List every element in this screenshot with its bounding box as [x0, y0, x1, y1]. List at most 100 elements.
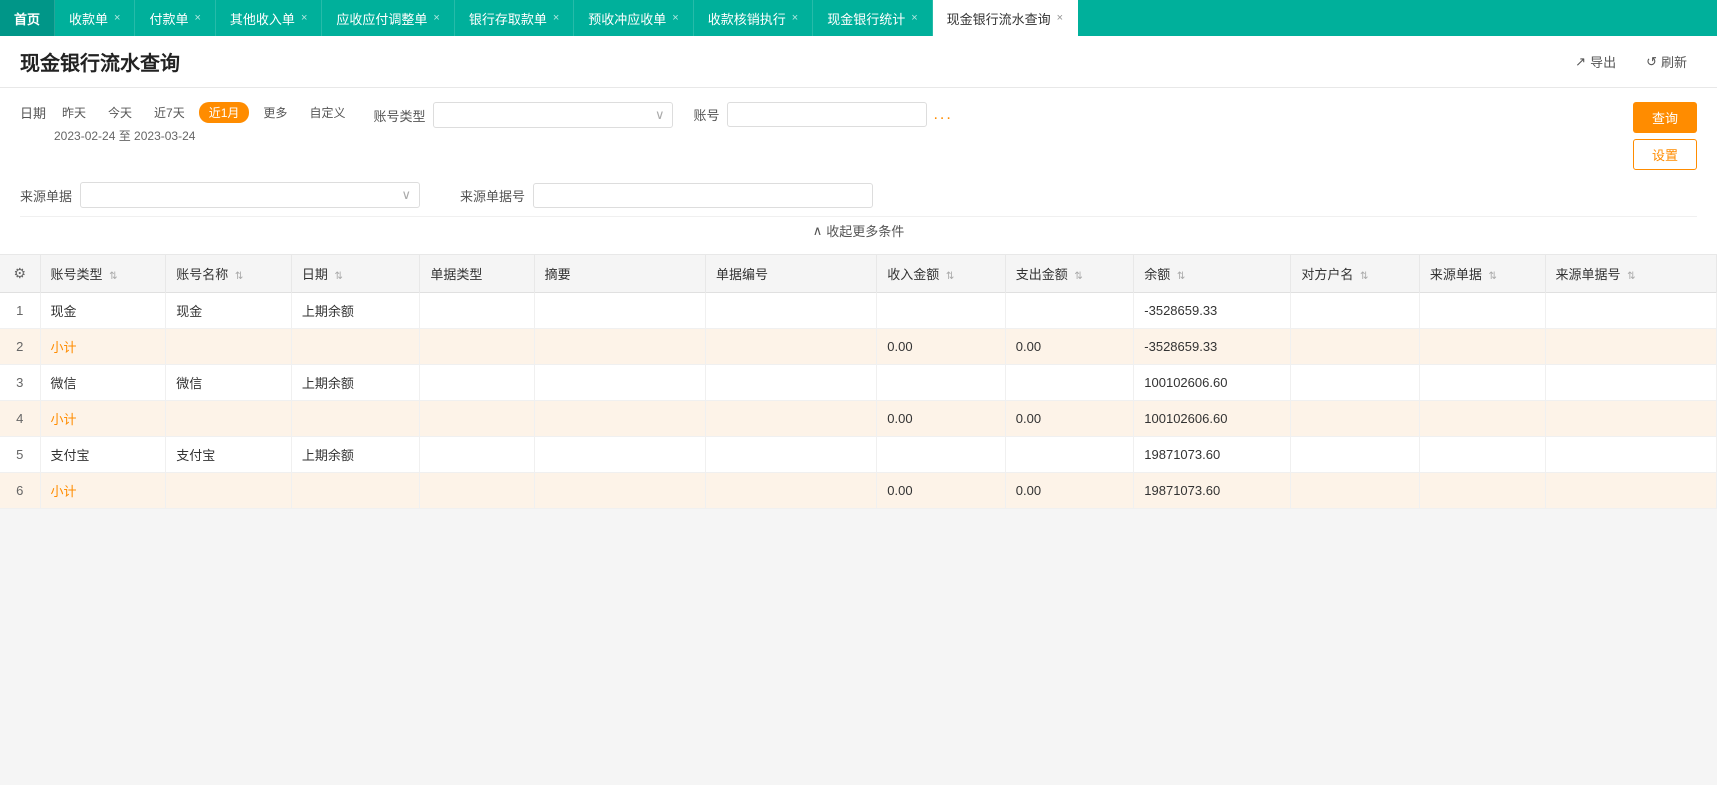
- export-button[interactable]: ↗ 导出: [1565, 47, 1626, 76]
- settings-button[interactable]: 设置: [1633, 139, 1697, 170]
- th-acct-type[interactable]: 账号类型 ⇅: [40, 255, 166, 293]
- th-expense-label: 支出金额: [1016, 267, 1068, 282]
- table-row[interactable]: 2 小计 0.00 0.00 -3528659.33: [0, 329, 1717, 365]
- date-option-yesterday[interactable]: 昨天: [54, 102, 94, 123]
- th-income-sort-icon: ⇅: [946, 271, 954, 282]
- cell-src-doc-no: [1545, 329, 1716, 365]
- th-acct-name-sort-icon: ⇅: [235, 271, 243, 282]
- date-option-today[interactable]: 今天: [100, 102, 140, 123]
- th-src-doc-no-sort-icon: ⇅: [1627, 271, 1635, 282]
- table-row[interactable]: 5 支付宝 支付宝 上期余额 19871073.60: [0, 437, 1717, 473]
- cell-balance: -3528659.33: [1134, 329, 1291, 365]
- cell-acct-type-subtotal: 小计: [51, 412, 77, 427]
- cell-src-doc: [1419, 329, 1545, 365]
- th-balance-sort-icon: ⇅: [1177, 271, 1185, 282]
- th-doc-no[interactable]: 单据编号: [705, 255, 876, 293]
- th-summary[interactable]: 摘要: [534, 255, 705, 293]
- nav-tab-payment-close[interactable]: ×: [194, 12, 200, 24]
- table-settings-icon[interactable]: ⚙: [13, 265, 26, 281]
- th-src-doc[interactable]: 来源单据 ⇅: [1419, 255, 1545, 293]
- date-range-display: 2023-02-24 至 2023-03-24: [54, 129, 195, 143]
- refresh-button[interactable]: ↺ 刷新: [1636, 47, 1697, 76]
- th-expense[interactable]: 支出金额 ⇅: [1005, 255, 1134, 293]
- cell-acct-type: 支付宝: [40, 437, 166, 473]
- query-button[interactable]: 查询: [1633, 102, 1697, 133]
- cell-src-doc-no: [1545, 473, 1716, 509]
- th-date[interactable]: 日期 ⇅: [291, 255, 420, 293]
- cell-expense: [1005, 437, 1134, 473]
- cell-doc-type: [420, 329, 534, 365]
- table-container: ⚙ 账号类型 ⇅ 账号名称 ⇅ 日期 ⇅ 单据类型 摘要: [0, 255, 1717, 509]
- nav-tab-advance-recv[interactable]: 预收冲应收单 ×: [574, 0, 693, 36]
- collapse-filter-button[interactable]: ∧ 收起更多条件: [20, 216, 1697, 244]
- acct-type-label: 账号类型: [373, 106, 425, 125]
- filter-area: 日期 昨天 今天 近7天 近1月 更多 自定义 2023-02-24 至 202…: [0, 88, 1717, 255]
- filter-row-2: 来源单据 ∨ 来源单据号: [20, 182, 1697, 208]
- nav-tab-bank-deposit[interactable]: 银行存取款单 ×: [455, 0, 574, 36]
- th-src-doc-sort-icon: ⇅: [1488, 271, 1496, 282]
- acct-type-select[interactable]: ∨: [433, 102, 673, 128]
- th-src-doc-no[interactable]: 来源单据号 ⇅: [1545, 255, 1716, 293]
- cell-doc-type: [420, 473, 534, 509]
- th-doc-no-label: 单据编号: [716, 267, 768, 282]
- nav-tab-cash-flow[interactable]: 现金银行流水查询 ×: [933, 0, 1078, 36]
- th-counterparty[interactable]: 对方户名 ⇅: [1291, 255, 1420, 293]
- table-row[interactable]: 4 小计 0.00 0.00 100102606.60: [0, 401, 1717, 437]
- cell-acct-type: 小计: [40, 401, 166, 437]
- nav-tab-receipt[interactable]: 收款单 ×: [55, 0, 135, 36]
- cell-counterparty: [1291, 293, 1420, 329]
- nav-tab-cash-flow-close[interactable]: ×: [1057, 12, 1063, 24]
- src-doc-no-input[interactable]: [533, 183, 873, 208]
- date-options: 昨天 今天 近7天 近1月 更多 自定义: [54, 102, 353, 123]
- th-income[interactable]: 收入金额 ⇅: [877, 255, 1006, 293]
- th-income-label: 收入金额: [887, 267, 939, 282]
- th-acct-name[interactable]: 账号名称 ⇅: [166, 255, 292, 293]
- nav-tab-home[interactable]: 首页: [0, 0, 55, 36]
- nav-tab-payment[interactable]: 付款单 ×: [135, 0, 215, 36]
- nav-tab-other-income-close[interactable]: ×: [301, 12, 307, 24]
- date-option-last1m[interactable]: 近1月: [199, 102, 250, 123]
- th-doc-type[interactable]: 单据类型: [420, 255, 534, 293]
- nav-tab-cash-stats[interactable]: 现金银行统计 ×: [813, 0, 932, 36]
- th-acct-type-sort-icon: ⇅: [109, 271, 117, 282]
- nav-tab-adjust-close[interactable]: ×: [433, 12, 439, 24]
- nav-tab-bank-deposit-close[interactable]: ×: [553, 12, 559, 24]
- date-option-last7[interactable]: 近7天: [146, 102, 193, 123]
- table-row[interactable]: 1 现金 现金 上期余额 -3528659.33: [0, 293, 1717, 329]
- th-balance[interactable]: 余额 ⇅: [1134, 255, 1291, 293]
- th-src-doc-label: 来源单据: [1430, 267, 1482, 282]
- nav-tab-receipt-close[interactable]: ×: [114, 12, 120, 24]
- date-option-custom[interactable]: 自定义: [301, 102, 353, 123]
- cell-counterparty: [1291, 401, 1420, 437]
- cell-acct-type: 现金: [51, 304, 77, 319]
- cell-expense: 0.00: [1005, 473, 1134, 509]
- export-label: 导出: [1590, 52, 1616, 71]
- cell-num: 5: [0, 437, 40, 473]
- cell-balance: 100102606.60: [1134, 401, 1291, 437]
- nav-tab-other-income[interactable]: 其他收入单 ×: [216, 0, 322, 36]
- nav-tab-advance-recv-close[interactable]: ×: [672, 12, 678, 24]
- page-title: 现金银行流水查询: [20, 47, 180, 76]
- table-header-row: ⚙ 账号类型 ⇅ 账号名称 ⇅ 日期 ⇅ 单据类型 摘要: [0, 255, 1717, 293]
- nav-tab-verify-exec[interactable]: 收款核销执行 ×: [694, 0, 813, 36]
- cell-counterparty: [1291, 365, 1420, 401]
- nav-tab-cash-stats-close[interactable]: ×: [911, 12, 917, 24]
- nav-tab-verify-exec-close[interactable]: ×: [792, 12, 798, 24]
- acct-no-ellipsis-button[interactable]: ...: [933, 106, 952, 124]
- nav-tab-bank-deposit-label: 银行存取款单: [469, 9, 547, 28]
- cell-acct-type-subtotal: 小计: [51, 484, 77, 499]
- th-counterparty-sort-icon: ⇅: [1360, 271, 1368, 282]
- date-option-more[interactable]: 更多: [255, 102, 295, 123]
- nav-tab-adjust[interactable]: 应收应付调整单 ×: [322, 0, 454, 36]
- cell-src-doc-no: [1545, 437, 1716, 473]
- table-row[interactable]: 3 微信 微信 上期余额 100102606.60: [0, 365, 1717, 401]
- nav-tab-cash-stats-label: 现金银行统计: [827, 9, 905, 28]
- src-doc-select[interactable]: ∨: [80, 182, 420, 208]
- cell-counterparty: [1291, 329, 1420, 365]
- acct-no-input[interactable]: [727, 102, 927, 127]
- cell-acct-type-subtotal: 小计: [51, 340, 77, 355]
- cell-doc-no: [705, 293, 876, 329]
- cell-acct-type: 现金: [40, 293, 166, 329]
- th-settings[interactable]: ⚙: [0, 255, 40, 293]
- table-row[interactable]: 6 小计 0.00 0.00 19871073.60: [0, 473, 1717, 509]
